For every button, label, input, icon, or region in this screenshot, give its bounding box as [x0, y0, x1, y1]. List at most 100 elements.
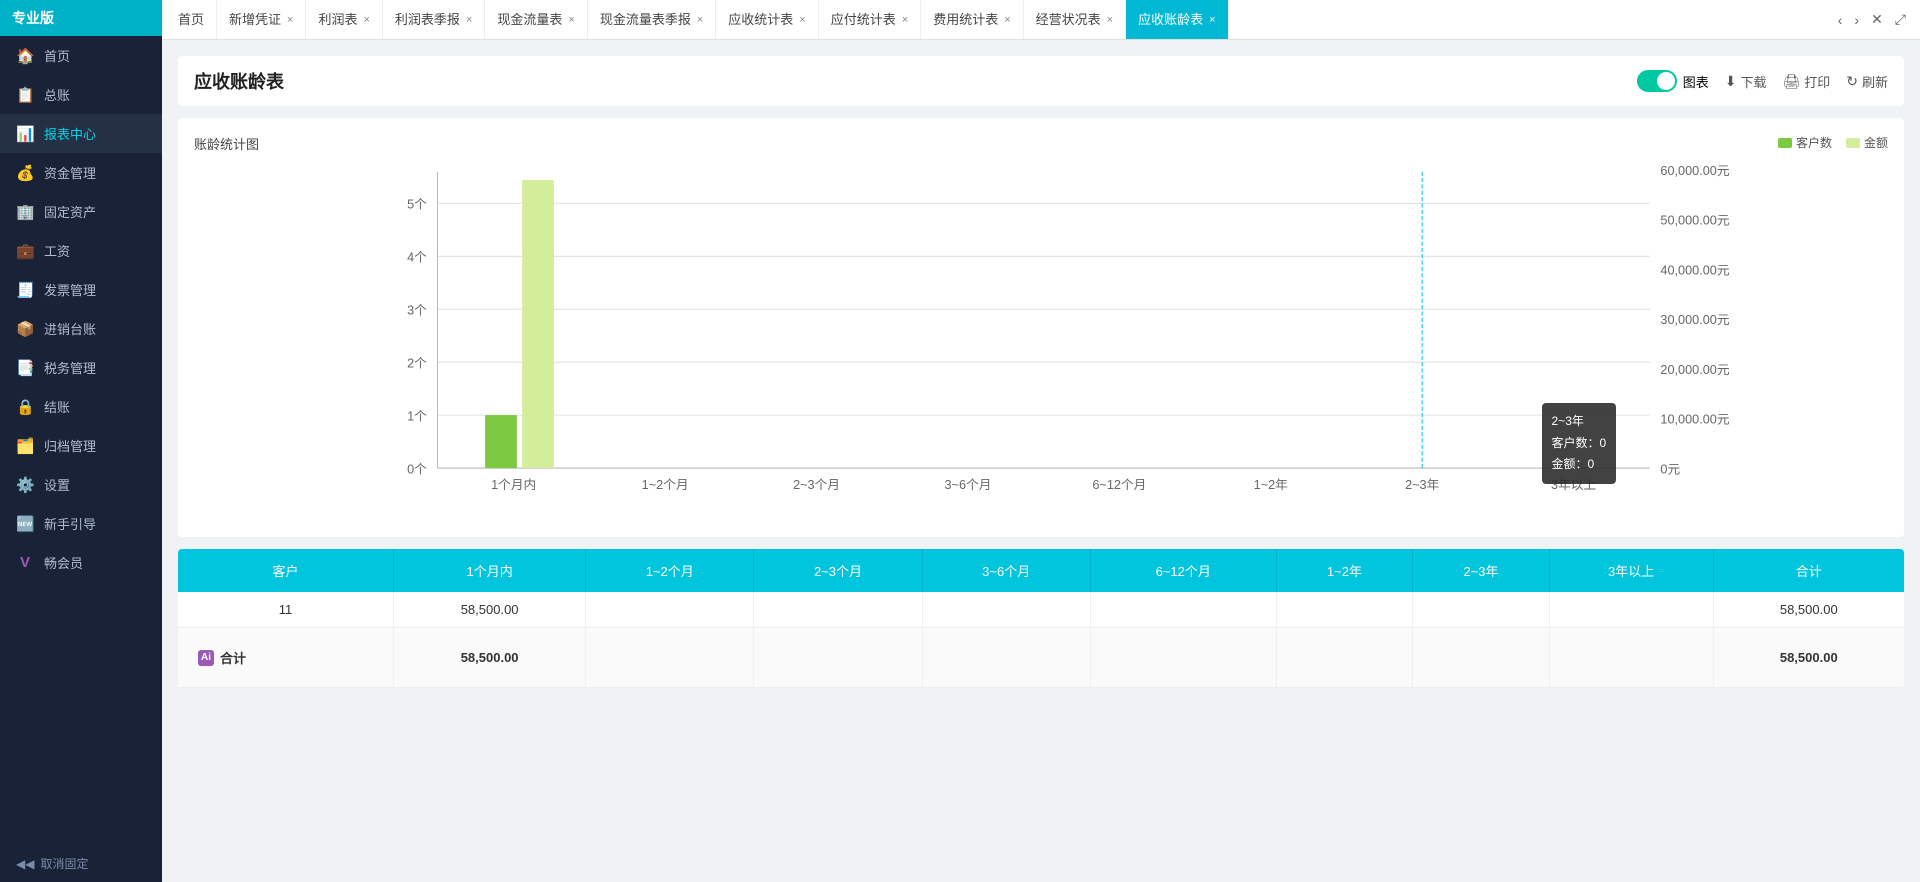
- download-button[interactable]: ⬇ 下载: [1725, 72, 1767, 91]
- sidebar-item-member[interactable]: V 畅会员: [0, 543, 162, 582]
- invoice-icon: 🧾: [16, 281, 34, 299]
- tab-home[interactable]: 首页: [166, 0, 217, 40]
- sidebar-item-report[interactable]: 📊 报表中心: [0, 114, 162, 153]
- svg-text:2~3个月: 2~3个月: [793, 478, 840, 492]
- settings-icon: ⚙️: [16, 476, 34, 494]
- tab-expand-button[interactable]: ⤢: [1891, 9, 1910, 30]
- tab-cashflow-quarter[interactable]: 现金流量表季报 ×: [588, 0, 716, 40]
- sidebar-label-inventory: 进销台账: [44, 319, 96, 338]
- sidebar-item-close[interactable]: 🔒 结账: [0, 387, 162, 426]
- tab-expense-stat[interactable]: 费用统计表 ×: [921, 0, 1023, 40]
- chart-legend: 客户数 金额: [1778, 134, 1888, 151]
- table-row: 11 58,500.00 58,500.00: [178, 592, 1904, 628]
- tab-biz-status-close[interactable]: ×: [1107, 0, 1113, 40]
- legend-customers: 客户数: [1778, 134, 1832, 151]
- fixed-icon: 🏢: [16, 203, 34, 221]
- tab-ar-stat-close[interactable]: ×: [799, 0, 805, 40]
- page-header: 应收账龄表 图表 ⬇ 下载 🖨 打印 ↻ 刷新: [178, 56, 1904, 106]
- col-m1: 1个月内: [394, 549, 586, 592]
- total-m6-12: [1090, 628, 1276, 688]
- sidebar-label-report: 报表中心: [44, 124, 96, 143]
- sidebar-item-salary[interactable]: 💼 工资: [0, 231, 162, 270]
- col-total: 合计: [1713, 549, 1904, 592]
- tab-profit-close[interactable]: ×: [363, 0, 369, 40]
- tab-voucher-close[interactable]: ×: [287, 0, 293, 40]
- chart-title: 账龄统计图: [194, 134, 1888, 153]
- legend-amount: 金额: [1846, 134, 1888, 151]
- tab-ap-stat[interactable]: 应付统计表 ×: [819, 0, 921, 40]
- sidebar-item-invoice[interactable]: 🧾 发票管理: [0, 270, 162, 309]
- print-button[interactable]: 🖨 打印: [1782, 72, 1830, 91]
- sidebar-item-inventory[interactable]: 📦 进销台账: [0, 309, 162, 348]
- tab-ar-aging[interactable]: 应收账龄表 ×: [1126, 0, 1228, 40]
- tab-biz-status-label: 经营状况表: [1036, 0, 1101, 40]
- svg-text:0个: 0个: [407, 462, 427, 476]
- tab-profit-quarter[interactable]: 利润表季报 ×: [383, 0, 485, 40]
- home-icon: 🏠: [16, 47, 34, 65]
- sidebar-item-archive[interactable]: 🗂️ 归档管理: [0, 426, 162, 465]
- svg-text:10,000.00元: 10,000.00元: [1660, 413, 1729, 427]
- tab-expense-stat-close[interactable]: ×: [1004, 0, 1010, 40]
- tab-cashflow[interactable]: 现金流量表 ×: [485, 0, 587, 40]
- svg-text:3年以上: 3年以上: [1551, 478, 1596, 492]
- tab-nav-buttons: ‹ › ✕ ⤢: [1828, 9, 1916, 30]
- total-m2-3: [754, 628, 922, 688]
- col-m1-2: 1~2个月: [586, 549, 754, 592]
- sidebar-item-tax[interactable]: 📑 税务管理: [0, 348, 162, 387]
- tab-next-button[interactable]: ›: [1850, 10, 1863, 30]
- cell-total: 58,500.00: [1713, 592, 1904, 628]
- sidebar-item-fixed[interactable]: 🏢 固定资产: [0, 192, 162, 231]
- print-icon: 🖨: [1782, 73, 1800, 90]
- svg-text:2个: 2个: [407, 356, 427, 370]
- content-area: 应收账龄表 图表 ⬇ 下载 🖨 打印 ↻ 刷新: [162, 40, 1920, 882]
- sidebar-label-home: 首页: [44, 46, 70, 65]
- sidebar-item-capital[interactable]: 💰 资金管理: [0, 153, 162, 192]
- tab-profit-quarter-close[interactable]: ×: [466, 0, 472, 40]
- unpin-icon: ◀◀: [16, 857, 34, 871]
- sidebar-item-settings[interactable]: ⚙️ 设置: [0, 465, 162, 504]
- ledger-icon: 📋: [16, 86, 34, 104]
- tab-ar-stat[interactable]: 应收统计表 ×: [716, 0, 818, 40]
- archive-icon: 🗂️: [16, 437, 34, 455]
- col-customer: 客户: [178, 549, 394, 592]
- svg-text:30,000.00元: 30,000.00元: [1660, 313, 1729, 327]
- svg-text:1~2年: 1~2年: [1254, 478, 1289, 492]
- bar-customers-0: [485, 415, 517, 468]
- cell-m1: 58,500.00: [394, 592, 586, 628]
- unpin-button[interactable]: ◀◀ 取消固定: [0, 845, 162, 882]
- guide-icon: 🆕: [16, 515, 34, 533]
- sidebar-item-guide[interactable]: 🆕 新手引导: [0, 504, 162, 543]
- total-label: 合计: [220, 648, 246, 667]
- svg-text:40,000.00元: 40,000.00元: [1660, 263, 1729, 277]
- page-title: 应收账龄表: [194, 68, 284, 94]
- refresh-button[interactable]: ↻ 刷新: [1846, 72, 1888, 91]
- print-label: 打印: [1804, 72, 1830, 91]
- svg-text:0元: 0元: [1660, 462, 1680, 476]
- svg-text:3个: 3个: [407, 304, 427, 318]
- member-icon: V: [16, 554, 34, 571]
- chart-toggle-label: 图表: [1683, 72, 1709, 91]
- legend-color-amount: [1846, 138, 1860, 148]
- total-label-cell: Ai 合计: [178, 628, 394, 688]
- tab-ar-aging-close[interactable]: ×: [1209, 0, 1215, 40]
- total-y1-2: [1276, 628, 1413, 688]
- col-m3-6: 3~6个月: [922, 549, 1090, 592]
- total-total: 58,500.00: [1713, 628, 1904, 688]
- tab-prev-button[interactable]: ‹: [1834, 10, 1847, 30]
- cell-m3-6: [922, 592, 1090, 628]
- tab-close-all-button[interactable]: ✕: [1867, 9, 1887, 30]
- tab-biz-status[interactable]: 经营状况表 ×: [1024, 0, 1126, 40]
- tab-cashflow-close[interactable]: ×: [568, 0, 574, 40]
- col-m2-3: 2~3个月: [754, 549, 922, 592]
- refresh-icon: ↻: [1846, 73, 1858, 90]
- salary-icon: 💼: [16, 242, 34, 260]
- tab-profit[interactable]: 利润表 ×: [306, 0, 382, 40]
- tab-cashflow-quarter-close[interactable]: ×: [697, 0, 703, 40]
- sidebar-item-ledger[interactable]: 📋 总账: [0, 75, 162, 114]
- sidebar-item-home[interactable]: 🏠 首页: [0, 36, 162, 75]
- tab-voucher[interactable]: 新增凭证 ×: [217, 0, 306, 40]
- tab-ap-stat-close[interactable]: ×: [902, 0, 908, 40]
- aging-table: 客户 1个月内 1~2个月 2~3个月 3~6个月 6~12个月 1~2年 2~…: [178, 549, 1904, 688]
- col-y1-2: 1~2年: [1276, 549, 1413, 592]
- chart-toggle[interactable]: [1637, 70, 1677, 92]
